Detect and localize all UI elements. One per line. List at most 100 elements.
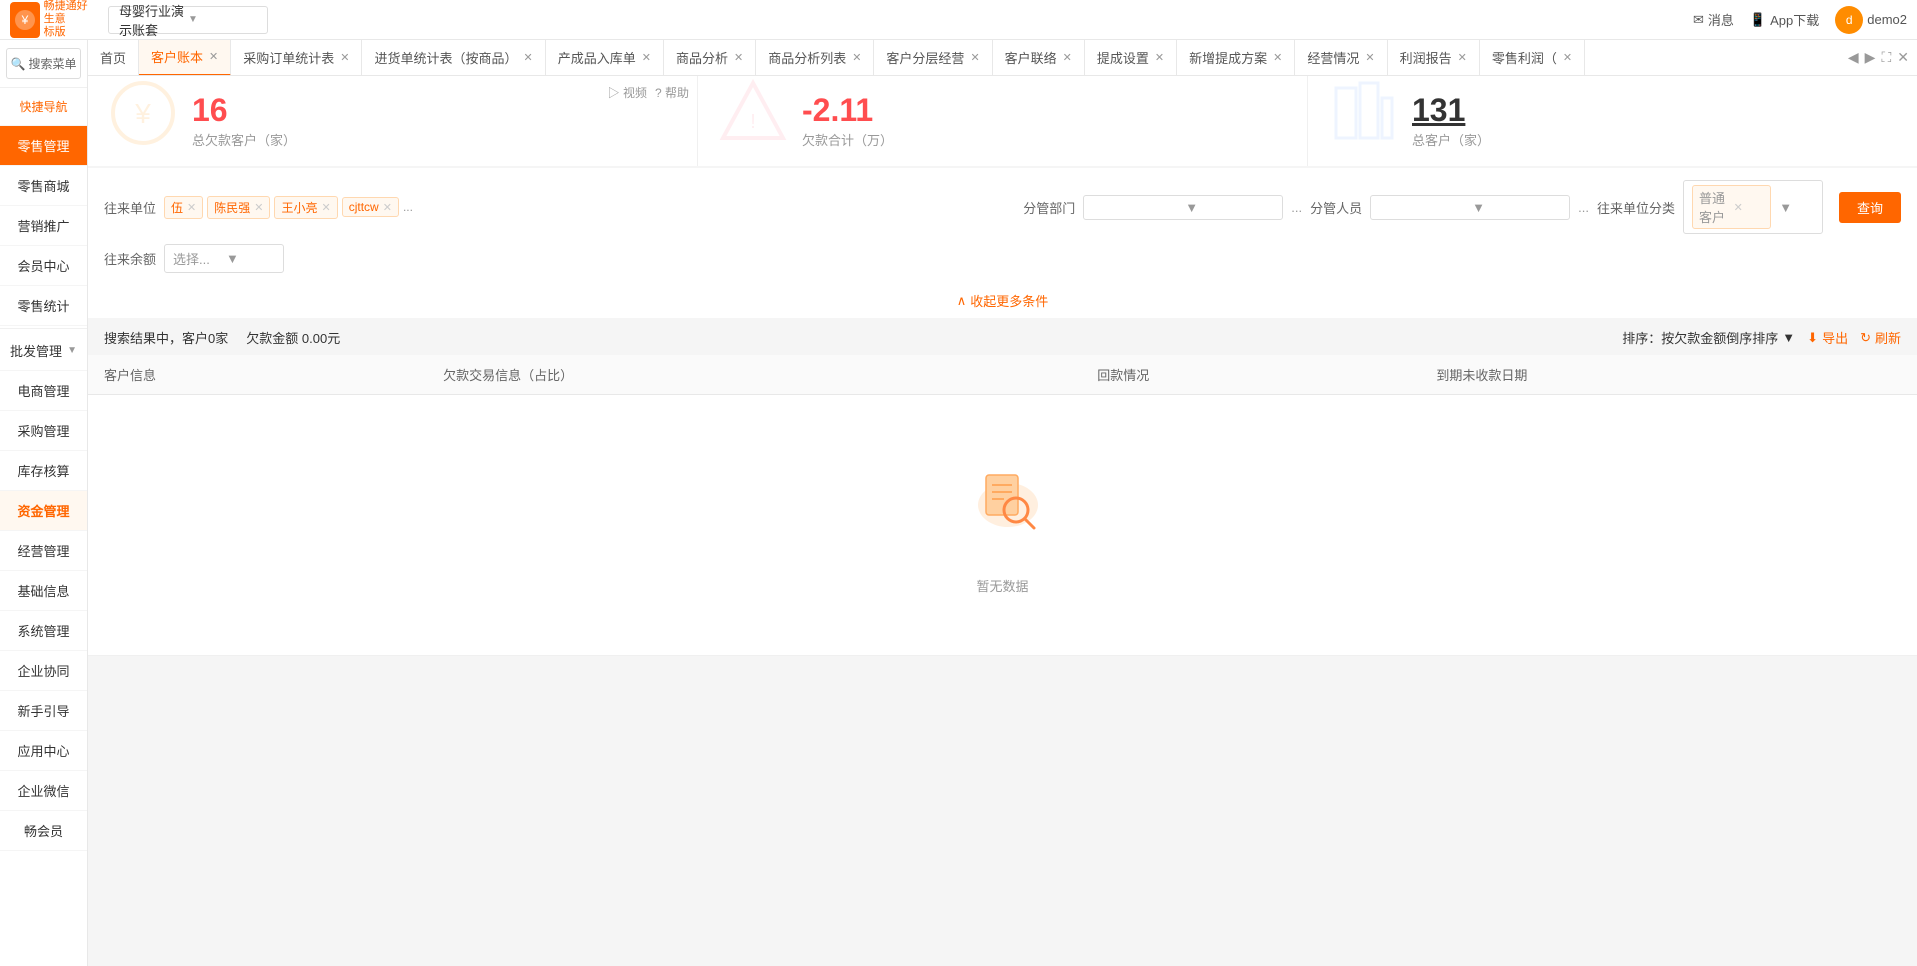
sidebar-item-retail-mall[interactable]: 零售商城: [0, 166, 87, 206]
tab-close-business-status[interactable]: ✕: [1365, 51, 1374, 64]
stat-value-credit-amount: -2.11: [802, 94, 1283, 126]
collapse-btn[interactable]: ∧ 收起更多条件: [104, 283, 1901, 318]
tag-close-0[interactable]: ✕: [187, 201, 196, 214]
sidebar-item-finance-mgmt[interactable]: 资金管理: [0, 491, 87, 531]
sidebar-item-enterprise-wechat[interactable]: 企业微信: [0, 771, 87, 811]
sidebar-item-retail-stats[interactable]: 零售统计: [0, 286, 87, 326]
person-select[interactable]: ▼: [1370, 195, 1570, 220]
no-data-illustration: [958, 455, 1048, 545]
sidebar-item-system-mgmt[interactable]: 系统管理: [0, 611, 87, 651]
tab-product-warehouse[interactable]: 产成品入库单 ✕: [546, 40, 664, 76]
dept-filter-ellipsis[interactable]: ...: [1291, 200, 1302, 215]
sidebar-item-operation-mgmt[interactable]: 经营管理: [0, 531, 87, 571]
tab-close-customer-segment[interactable]: ✕: [970, 51, 979, 64]
logo-area: ¥ 畅捷通好生意 标版: [10, 0, 98, 39]
sidebar-item-enterprise-collab[interactable]: 企业协同: [0, 651, 87, 691]
filter-area: 往来单位 伍 ✕ 陈民强 ✕ 王小亮 ✕: [88, 168, 1917, 318]
dept-select[interactable]: ▼: [1083, 195, 1283, 220]
account-selector[interactable]: 母婴行业演示账套 ▼: [108, 6, 268, 34]
tag-close-3[interactable]: ✕: [383, 201, 392, 214]
tab-close-new-commission[interactable]: ✕: [1273, 51, 1282, 64]
messages-btn[interactable]: ✉ 消息: [1693, 10, 1734, 29]
tab-home[interactable]: 首页: [88, 40, 139, 76]
top-right-area: ✉ 消息 📱 App下载 d demo2: [1693, 6, 1907, 34]
tab-close-goods-analysis-list[interactable]: ✕: [852, 51, 861, 64]
download-icon: 📱: [1750, 12, 1766, 28]
question-help-icon[interactable]: ? 帮助: [655, 84, 689, 101]
chevron-down-icon: ▼: [67, 345, 77, 356]
tab-inventory-stats[interactable]: 进货单统计表（按商品） ✕: [362, 40, 545, 76]
tab-customer-contact[interactable]: 客户联络 ✕: [993, 40, 1085, 76]
tab-close-purchase-orders[interactable]: ✕: [340, 51, 349, 64]
tab-goods-analysis-list[interactable]: 商品分析列表 ✕: [756, 40, 874, 76]
filter-more-btn[interactable]: ...: [403, 200, 413, 214]
stat-value-total-customers: 131: [1412, 94, 1893, 126]
sidebar-item-app-center[interactable]: 应用中心: [0, 731, 87, 771]
filter-row-1: 往来单位 伍 ✕ 陈民强 ✕ 王小亮 ✕: [104, 180, 1901, 234]
unit-type-tag-close[interactable]: ✕: [1734, 201, 1765, 214]
empty-state: 暂无数据: [88, 395, 1917, 655]
table-body: 暂无数据: [88, 395, 1917, 656]
sidebar-item-retail-mgmt[interactable]: 零售管理: [0, 126, 87, 166]
tab-close-product-warehouse[interactable]: ✕: [642, 51, 651, 64]
sidebar-item-new-guide[interactable]: 新手引导: [0, 691, 87, 731]
sidebar-item-quick-nav[interactable]: 快捷导航: [0, 88, 87, 126]
tab-goods-analysis[interactable]: 商品分析 ✕: [664, 40, 756, 76]
query-button[interactable]: 查询: [1839, 192, 1901, 223]
unit-type-select[interactable]: 普通客户 ✕ ▼: [1683, 180, 1823, 234]
balance-select[interactable]: 选择... ▼: [164, 244, 284, 273]
sidebar-item-vip-member[interactable]: 畅会员: [0, 811, 87, 851]
tag-close-1[interactable]: ✕: [254, 201, 263, 214]
col-credit-info: 欠款交易信息（占比）: [427, 355, 1081, 395]
sidebar-item-purchase-mgmt[interactable]: 采购管理: [0, 411, 87, 451]
tab-commission-settings[interactable]: 提成设置 ✕: [1085, 40, 1177, 76]
table-header-row: 客户信息 欠款交易信息（占比） 回款情况 到期未收款日期: [88, 355, 1917, 395]
col-customer-info: 客户信息: [88, 355, 427, 395]
tag-close-2[interactable]: ✕: [322, 201, 331, 214]
refresh-btn[interactable]: ↻ 刷新: [1860, 328, 1901, 347]
tab-retail-profit[interactable]: 零售利润（ ✕: [1480, 40, 1585, 76]
svg-text:¥: ¥: [20, 13, 28, 27]
tab-new-commission[interactable]: 新增提成方案 ✕: [1177, 40, 1295, 76]
sidebar: 🔍 搜索菜单 快捷导航 零售管理 零售商城 营销推广 会员中心 零售统计 批发管…: [0, 40, 88, 966]
tab-next-icon[interactable]: ▶: [1865, 49, 1876, 66]
search-summary: 搜索结果中，客户0家 欠款金额 0.00元: [104, 328, 340, 347]
sidebar-item-basic-info[interactable]: 基础信息: [0, 571, 87, 611]
tab-profit-report[interactable]: 利润报告 ✕: [1388, 40, 1480, 76]
video-help-icon[interactable]: ▷ 视频: [608, 84, 647, 101]
sidebar-item-inventory-check[interactable]: 库存核算: [0, 451, 87, 491]
tab-close-commission-settings[interactable]: ✕: [1155, 51, 1164, 64]
search-menu-btn[interactable]: 🔍 搜索菜单: [6, 48, 81, 79]
tab-close-all-icon[interactable]: ✕: [1897, 49, 1909, 66]
dept-filter-label: 分管部门: [1023, 198, 1075, 217]
col-due-date: 到期未收款日期: [1420, 355, 1917, 395]
tab-customers[interactable]: 客户账本 ✕: [139, 40, 231, 76]
tab-purchase-orders[interactable]: 采购订单统计表 ✕: [231, 40, 362, 76]
tab-close-customer-contact[interactable]: ✕: [1063, 51, 1072, 64]
sidebar-item-batch-mgmt[interactable]: 批发管理 ▼: [0, 331, 87, 371]
tab-close-customers[interactable]: ✕: [209, 50, 218, 63]
tab-close-inventory-stats[interactable]: ✕: [524, 51, 533, 64]
tab-fullscreen-icon[interactable]: ⛶: [1881, 49, 1891, 66]
unit-type-tag: 普通客户 ✕: [1692, 185, 1771, 229]
sidebar-item-ecommerce[interactable]: 电商管理: [0, 371, 87, 411]
sidebar-item-marketing[interactable]: 营销推广: [0, 206, 87, 246]
empty-icon: [958, 455, 1048, 564]
tab-close-profit-report[interactable]: ✕: [1458, 51, 1467, 64]
user-profile[interactable]: d demo2: [1835, 6, 1907, 34]
stat-total-customers: 131 总客户（家）: [1308, 76, 1917, 166]
data-table-container: 客户信息 欠款交易信息（占比） 回款情况 到期未收款日期: [88, 355, 1917, 656]
tab-close-goods-analysis[interactable]: ✕: [734, 51, 743, 64]
page-content: ¥ 16 总欠款客户（家） ▷ 视频 ? 帮助 !: [88, 76, 1917, 966]
tab-business-status[interactable]: 经营情况 ✕: [1295, 40, 1387, 76]
tab-prev-icon[interactable]: ◀: [1848, 49, 1859, 66]
dept-select-arrow: ▼: [1185, 200, 1274, 215]
tab-close-retail-profit[interactable]: ✕: [1563, 51, 1572, 64]
person-filter-ellipsis[interactable]: ...: [1578, 200, 1589, 215]
sort-dropdown[interactable]: 排序：按欠款金额倒序排序 ▼: [1622, 328, 1795, 347]
app-download-btn[interactable]: 📱 App下载: [1750, 10, 1819, 29]
sidebar-item-member-center[interactable]: 会员中心: [0, 246, 87, 286]
tab-customer-segment[interactable]: 客户分层经营 ✕: [874, 40, 992, 76]
avatar: d: [1835, 6, 1863, 34]
export-btn[interactable]: ⬇ 导出: [1807, 328, 1848, 347]
